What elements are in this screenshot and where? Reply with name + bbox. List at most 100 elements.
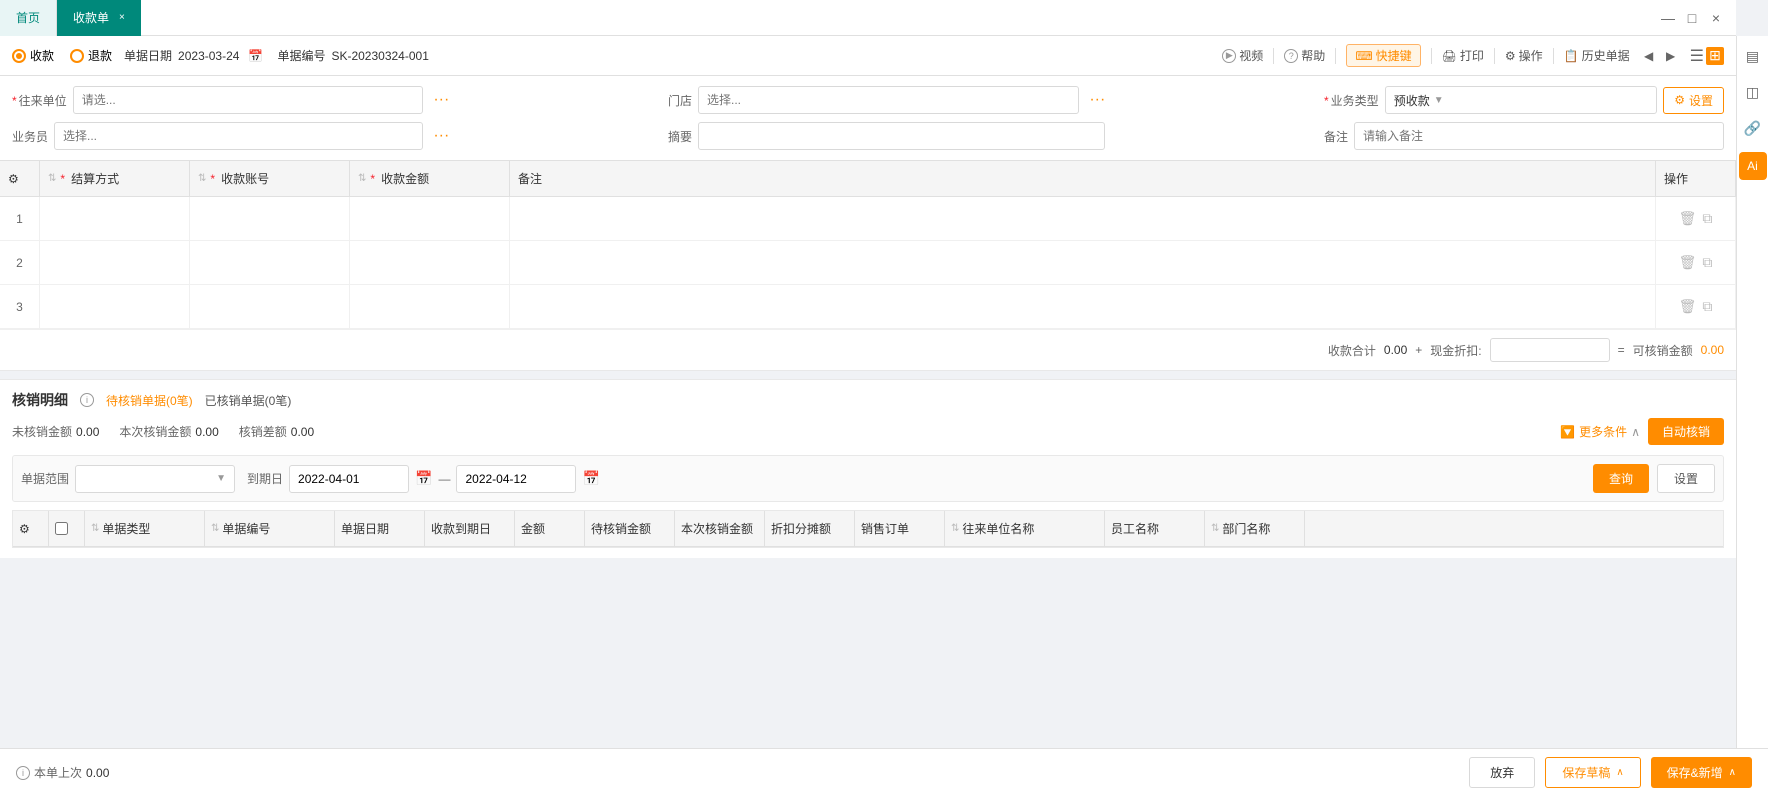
sidebar-icon-2[interactable]: ◫ bbox=[1741, 80, 1765, 104]
data-table: ⚙ ⇅ 单据类型 ⇅ 单据编号 单据日期 收款到期日 bbox=[12, 510, 1724, 548]
account-cell[interactable] bbox=[190, 197, 350, 240]
help-icon: ? bbox=[1284, 49, 1298, 63]
calendar-to-icon[interactable]: 📅 bbox=[582, 470, 599, 487]
account-cell[interactable] bbox=[190, 241, 350, 284]
counterparty-input[interactable] bbox=[73, 86, 424, 114]
settlement-cell[interactable] bbox=[40, 197, 190, 240]
amount-cell[interactable] bbox=[350, 285, 510, 328]
business-type-select[interactable]: 预收款 ▼ bbox=[1385, 86, 1658, 114]
store-input[interactable] bbox=[698, 86, 1079, 114]
range-select[interactable]: ▼ bbox=[75, 465, 235, 493]
divider3 bbox=[1431, 48, 1432, 64]
operation-label: 操作 bbox=[1519, 47, 1543, 64]
calendar-icon[interactable]: 📅 bbox=[245, 46, 265, 66]
tab-close-icon[interactable]: × bbox=[119, 12, 125, 23]
notes-input[interactable] bbox=[1354, 122, 1724, 150]
diff-value: 0.00 bbox=[291, 425, 314, 439]
data-col-sales-order: 销售订单 bbox=[855, 511, 945, 546]
tab-bar: 首页 收款单 × — □ × bbox=[0, 0, 1736, 36]
radio-refund[interactable]: 退款 bbox=[70, 47, 112, 64]
range-filter: 单据范围 ▼ bbox=[21, 465, 235, 493]
close-button[interactable]: × bbox=[1708, 10, 1724, 26]
settlement-cell[interactable] bbox=[40, 241, 190, 284]
due-from-input[interactable] bbox=[289, 465, 409, 493]
data-col-bill-no: ⇅ 单据编号 bbox=[205, 511, 335, 546]
abandon-button[interactable]: 放弃 bbox=[1469, 757, 1535, 788]
help-btn[interactable]: ? 帮助 bbox=[1284, 47, 1325, 64]
settlement-cell[interactable] bbox=[40, 285, 190, 328]
next-arrow[interactable]: ▶ bbox=[1662, 47, 1680, 65]
section-header: 核销明细 i 待核销单据(0笔) 已核销单据(0笔) bbox=[12, 390, 1724, 410]
diff-label: 核销差额 bbox=[239, 423, 287, 440]
sidebar-icon-3[interactable]: 🔗 bbox=[1741, 116, 1765, 140]
print-btn[interactable]: 🖨 打印 bbox=[1442, 47, 1484, 64]
select-all-checkbox[interactable] bbox=[55, 522, 68, 535]
maximize-button[interactable]: □ bbox=[1684, 10, 1700, 26]
range-chevron-icon: ▼ bbox=[216, 473, 226, 484]
summary-label: 摘要 bbox=[668, 128, 692, 145]
done-tab[interactable]: 已核销单据(0笔) bbox=[205, 392, 292, 409]
amount-cell[interactable] bbox=[350, 241, 510, 284]
data-table-header: ⚙ ⇅ 单据类型 ⇅ 单据编号 单据日期 收款到期日 bbox=[13, 511, 1723, 547]
total-label: 收款合计 bbox=[1328, 342, 1376, 359]
settings-button[interactable]: ⚙ 设置 bbox=[1663, 87, 1724, 114]
due-to-input[interactable] bbox=[456, 465, 576, 493]
discount-input[interactable] bbox=[1490, 338, 1610, 362]
counterparty-more-btn[interactable]: ··· bbox=[433, 91, 449, 109]
staff-input[interactable] bbox=[54, 122, 423, 150]
business-type-field: *业务类型 预收款 ▼ ⚙ 设置 bbox=[1324, 86, 1724, 114]
data-col-checkbox[interactable] bbox=[49, 511, 85, 546]
radio-group: 收款 退款 bbox=[12, 47, 112, 64]
save-new-button[interactable]: 保存&新增 ∧ bbox=[1651, 757, 1752, 788]
copy-icon[interactable]: ⧉ bbox=[1702, 254, 1712, 271]
amount-cell[interactable] bbox=[350, 197, 510, 240]
prev-arrow[interactable]: ◀ bbox=[1640, 47, 1658, 65]
summary-input[interactable] bbox=[698, 122, 1105, 150]
copy-icon[interactable]: ⧉ bbox=[1702, 210, 1712, 227]
history-btn[interactable]: 📋 历史单据 bbox=[1564, 47, 1630, 64]
filter-setting-button[interactable]: 设置 bbox=[1657, 464, 1715, 493]
delete-icon[interactable]: 🗑 bbox=[1679, 254, 1697, 271]
store-more-btn[interactable]: ··· bbox=[1089, 91, 1105, 109]
calendar-from-icon[interactable]: 📅 bbox=[415, 470, 432, 487]
tab-receipt[interactable]: 收款单 × bbox=[57, 0, 141, 36]
minimize-button[interactable]: — bbox=[1660, 10, 1676, 26]
col-settings[interactable]: ⚙ bbox=[0, 161, 40, 196]
save-draft-arrow-icon: ∧ bbox=[1616, 767, 1623, 778]
form-row-1: *往来单位 ··· 门店 ··· *业务类型 预收款 ▼ bbox=[12, 86, 1724, 114]
account-cell[interactable] bbox=[190, 285, 350, 328]
business-type-value: 预收款 bbox=[1394, 92, 1430, 109]
radio-refund-label: 退款 bbox=[88, 47, 112, 64]
data-col-settings[interactable]: ⚙ bbox=[13, 511, 49, 546]
col-amount: ⇅ * 收款金额 bbox=[350, 161, 510, 196]
pending-tab[interactable]: 待核销单据(0笔) bbox=[106, 392, 193, 409]
sidebar-icon-1[interactable]: ▤ bbox=[1741, 44, 1765, 68]
right-sidebar: ▤ ◫ 🔗 Ai bbox=[1736, 36, 1768, 796]
auto-clear-button[interactable]: 自动核销 bbox=[1648, 418, 1724, 445]
copy-icon[interactable]: ⧉ bbox=[1702, 298, 1712, 315]
radio-refund-dot bbox=[70, 49, 84, 63]
view-toggle[interactable]: ☰ ⊞ bbox=[1690, 46, 1724, 66]
query-button[interactable]: 查询 bbox=[1593, 464, 1649, 493]
video-btn[interactable]: ▶ 视频 bbox=[1222, 47, 1263, 64]
operation-btn[interactable]: ⚙ 操作 bbox=[1505, 47, 1543, 64]
delete-icon[interactable]: 🗑 bbox=[1679, 298, 1697, 315]
ai-button[interactable]: Ai bbox=[1739, 152, 1767, 180]
staff-more-btn[interactable]: ··· bbox=[433, 127, 449, 145]
notes-cell[interactable] bbox=[510, 241, 1656, 284]
bill-no-value: SK-20230324-001 bbox=[331, 49, 428, 63]
notes-cell[interactable] bbox=[510, 285, 1656, 328]
bottom-info: i 本单上次 0.00 bbox=[16, 764, 109, 781]
tab-home[interactable]: 首页 bbox=[0, 0, 57, 36]
more-conditions-btn[interactable]: 🔽 更多条件 ∧ bbox=[1560, 423, 1640, 440]
bottom-info-icon: i bbox=[16, 766, 30, 780]
radio-receipt-dot bbox=[12, 49, 26, 63]
radio-receipt[interactable]: 收款 bbox=[12, 47, 54, 64]
save-draft-button[interactable]: 保存草稿 ∧ bbox=[1545, 757, 1640, 788]
bottom-right: 放弃 保存草稿 ∧ 保存&新增 ∧ bbox=[1469, 757, 1752, 788]
notes-cell[interactable] bbox=[510, 197, 1656, 240]
window-controls: — □ × bbox=[1660, 10, 1736, 26]
shortcut-btn[interactable]: ⌨ 快捷键 bbox=[1346, 44, 1420, 67]
discount-label: 现金折扣: bbox=[1430, 342, 1481, 359]
delete-icon[interactable]: 🗑 bbox=[1679, 210, 1697, 227]
